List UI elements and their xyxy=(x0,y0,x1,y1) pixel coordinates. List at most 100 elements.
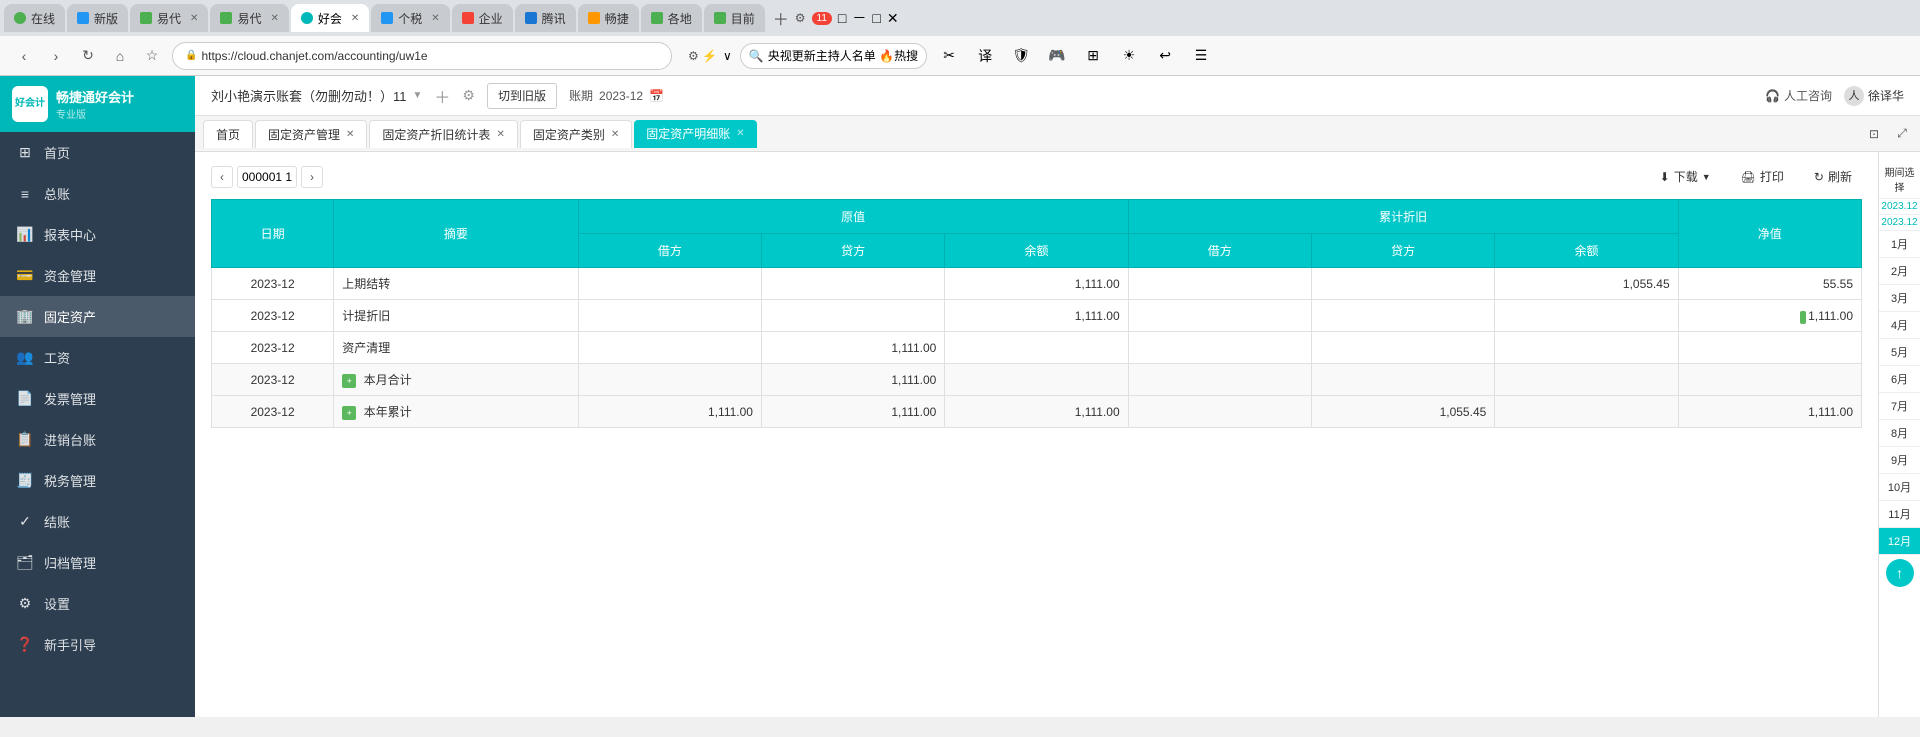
sidebar-item-tax[interactable]: 🧾 税务管理 xyxy=(0,460,195,501)
period-month-9[interactable]: 9月 xyxy=(1879,447,1920,474)
page-input[interactable] xyxy=(237,166,297,188)
sidebar-item-fixed-assets[interactable]: 🏢 固定资产 xyxy=(0,296,195,337)
home-btn[interactable]: ⌂ xyxy=(108,44,132,68)
period-month-3[interactable]: 3月 xyxy=(1879,285,1920,312)
forward-btn[interactable]: › xyxy=(44,44,68,68)
url-bar[interactable]: 🔒 https://cloud.chanjet.com/accounting/u… xyxy=(172,42,672,70)
sidebar-item-close-accounts[interactable]: ✓ 结账 xyxy=(0,501,195,542)
tab-more-btn[interactable]: □ xyxy=(838,10,846,26)
sidebar-brand: 畅捷通好会计 xyxy=(56,87,134,106)
address-bar: ‹ › ↻ ⌂ ☆ 🔒 https://cloud.chanjet.com/ac… xyxy=(0,36,1920,76)
period-month-5[interactable]: 5月 xyxy=(1879,339,1920,366)
sidebar-item-ledger[interactable]: ≡ 总账 xyxy=(0,173,195,214)
sidebar-item-guide[interactable]: ❓ 新手引导 xyxy=(0,624,195,665)
period-month-8[interactable]: 8月 xyxy=(1879,420,1920,447)
browser-tab-gedi[interactable]: 各地 xyxy=(641,4,702,32)
tab-close-asset-detail-ledger[interactable]: ✕ xyxy=(736,128,744,139)
period-end-date[interactable]: 2023.12 xyxy=(1879,215,1920,231)
tab-close-yidai2[interactable]: ✕ xyxy=(270,13,278,24)
browser-search[interactable]: 🔍 央视更新主持人名单 🔥热搜 xyxy=(740,43,927,69)
period-month-2[interactable]: 2月 xyxy=(1879,258,1920,285)
browser-tab-qiye[interactable]: 企业 xyxy=(452,4,513,32)
translate-tool[interactable]: 译 xyxy=(971,42,999,70)
browser-tab-geshui[interactable]: 个税 ✕ xyxy=(371,4,449,32)
tab-fixed-assets-mgmt[interactable]: 固定资产管理 ✕ xyxy=(255,120,367,148)
cell-lj-balance-1 xyxy=(1495,300,1678,332)
period-month-7[interactable]: 7月 xyxy=(1879,393,1920,420)
sidebar-item-settings[interactable]: ⚙ 设置 xyxy=(0,583,195,624)
header-user[interactable]: 人 徐译华 xyxy=(1844,86,1904,106)
tab-close-fixed-assets-mgmt[interactable]: ✕ xyxy=(346,129,354,140)
period-month-6[interactable]: 6月 xyxy=(1879,366,1920,393)
cell-lj-debit-3 xyxy=(1128,364,1311,396)
sidebar-item-salary[interactable]: 👥 工资 xyxy=(0,337,195,378)
bookmark-btn[interactable]: ☆ xyxy=(140,44,164,68)
tab-fixed-assets-mgmt-label: 固定资产管理 xyxy=(268,126,340,143)
scroll-top-btn[interactable]: ↑ xyxy=(1886,559,1914,587)
period-month-1[interactable]: 1月 xyxy=(1879,231,1920,258)
period-month-4[interactable]: 4月 xyxy=(1879,312,1920,339)
cell-net-1: 1,111.00 xyxy=(1678,300,1861,332)
tab-close-haokuai[interactable]: ✕ xyxy=(351,13,359,24)
shield-tool[interactable]: 🛡 xyxy=(1007,42,1035,70)
switch-version-btn[interactable]: 切到旧版 xyxy=(487,83,557,109)
sidebar-item-invoice[interactable]: 📄 发票管理 xyxy=(0,378,195,419)
customer-service-btn[interactable]: 🎧 人工咨询 xyxy=(1765,87,1832,104)
browser-tab-online[interactable]: 在线 xyxy=(4,4,65,32)
browser-tab-new[interactable]: 新版 xyxy=(67,4,128,32)
prev-page-btn[interactable]: ‹ xyxy=(211,166,233,188)
settings-small-btn[interactable]: ⚙ xyxy=(462,87,475,104)
tab-asset-detail-ledger[interactable]: 固定资产明细账 ✕ xyxy=(634,120,756,148)
cell-lj-balance-0: 1,055.45 xyxy=(1495,268,1678,300)
tab-close-yidai1[interactable]: ✕ xyxy=(190,13,198,24)
tab-close-geshui[interactable]: ✕ xyxy=(431,13,439,24)
dropdown-btn[interactable]: ∨ xyxy=(723,49,732,63)
game-tool[interactable]: 🎮 xyxy=(1043,42,1071,70)
sidebar-item-home[interactable]: ⊞ 首页 xyxy=(0,132,195,173)
add-account-btn[interactable]: ＋ xyxy=(434,84,450,108)
tab-maximize-btn[interactable]: ⤢ xyxy=(1892,124,1912,144)
menu-tool[interactable]: ☰ xyxy=(1187,42,1215,70)
reports-icon: 📊 xyxy=(16,226,34,244)
back-btn[interactable]: ‹ xyxy=(12,44,36,68)
grid-tool[interactable]: ⊞ xyxy=(1079,42,1107,70)
period-month-11[interactable]: 11月 xyxy=(1879,501,1920,528)
new-tab-btn[interactable]: ＋ xyxy=(773,6,789,30)
browser-tab-yidai2[interactable]: 易代 ✕ xyxy=(210,4,288,32)
tab-home[interactable]: 首页 xyxy=(203,120,253,148)
cell-net-2 xyxy=(1678,332,1861,364)
download-btn[interactable]: ⬇ 下载 ▼ xyxy=(1650,164,1721,189)
sidebar-item-purchase-sale[interactable]: 📋 进销台账 xyxy=(0,419,195,460)
print-btn[interactable]: 🖨 打印 xyxy=(1731,164,1794,189)
next-page-btn[interactable]: › xyxy=(301,166,323,188)
tab-restore-btn[interactable]: ⊡ xyxy=(1864,124,1884,144)
minimize-btn[interactable]: － xyxy=(852,8,866,28)
tab-settings-btn[interactable]: ⚙ xyxy=(795,11,806,25)
browser-tab-muqian[interactable]: 目前 xyxy=(704,4,765,32)
period-start-date[interactable]: 2023.12 xyxy=(1879,199,1920,215)
refresh-btn-action[interactable]: ↻ 刷新 xyxy=(1804,164,1862,189)
tab-close-depreciation-stat[interactable]: ✕ xyxy=(496,129,504,140)
th-yz-credit: 贷方 xyxy=(761,234,944,268)
tab-close-asset-category[interactable]: ✕ xyxy=(611,129,619,140)
tab-depreciation-stat[interactable]: 固定资产折旧统计表 ✕ xyxy=(369,120,517,148)
maximize-btn[interactable]: □ xyxy=(872,10,880,26)
period-month-12[interactable]: 12月 xyxy=(1879,528,1920,555)
browser-tab-changjie[interactable]: 畅捷 xyxy=(578,4,639,32)
scissor-tool[interactable]: ✂ xyxy=(935,42,963,70)
sidebar-item-funds[interactable]: 💳 资金管理 xyxy=(0,255,195,296)
browser-tab-haokuai[interactable]: 好会 ✕ xyxy=(291,4,369,32)
period-month-10[interactable]: 10月 xyxy=(1879,474,1920,501)
header-account[interactable]: 刘小艳演示账套（勿删勿动！）11 ▼ xyxy=(211,86,422,105)
sidebar-item-archive[interactable]: 🗂 归档管理 xyxy=(0,542,195,583)
history-tool[interactable]: ↩ xyxy=(1151,42,1179,70)
theme-tool[interactable]: ☀ xyxy=(1115,42,1143,70)
close-btn[interactable]: ✕ xyxy=(887,10,899,27)
sidebar-item-reports[interactable]: 📊 报表中心 xyxy=(0,214,195,255)
browser-tab-yidai1[interactable]: 易代 ✕ xyxy=(130,4,208,32)
browser-tab-tengxun[interactable]: 腾讯 xyxy=(515,4,576,32)
tab-asset-category[interactable]: 固定资产类别 ✕ xyxy=(520,120,632,148)
refresh-btn[interactable]: ↻ xyxy=(76,44,100,68)
period-edit-icon[interactable]: 📅 xyxy=(649,89,664,103)
download-arrow: ▼ xyxy=(1702,172,1711,182)
